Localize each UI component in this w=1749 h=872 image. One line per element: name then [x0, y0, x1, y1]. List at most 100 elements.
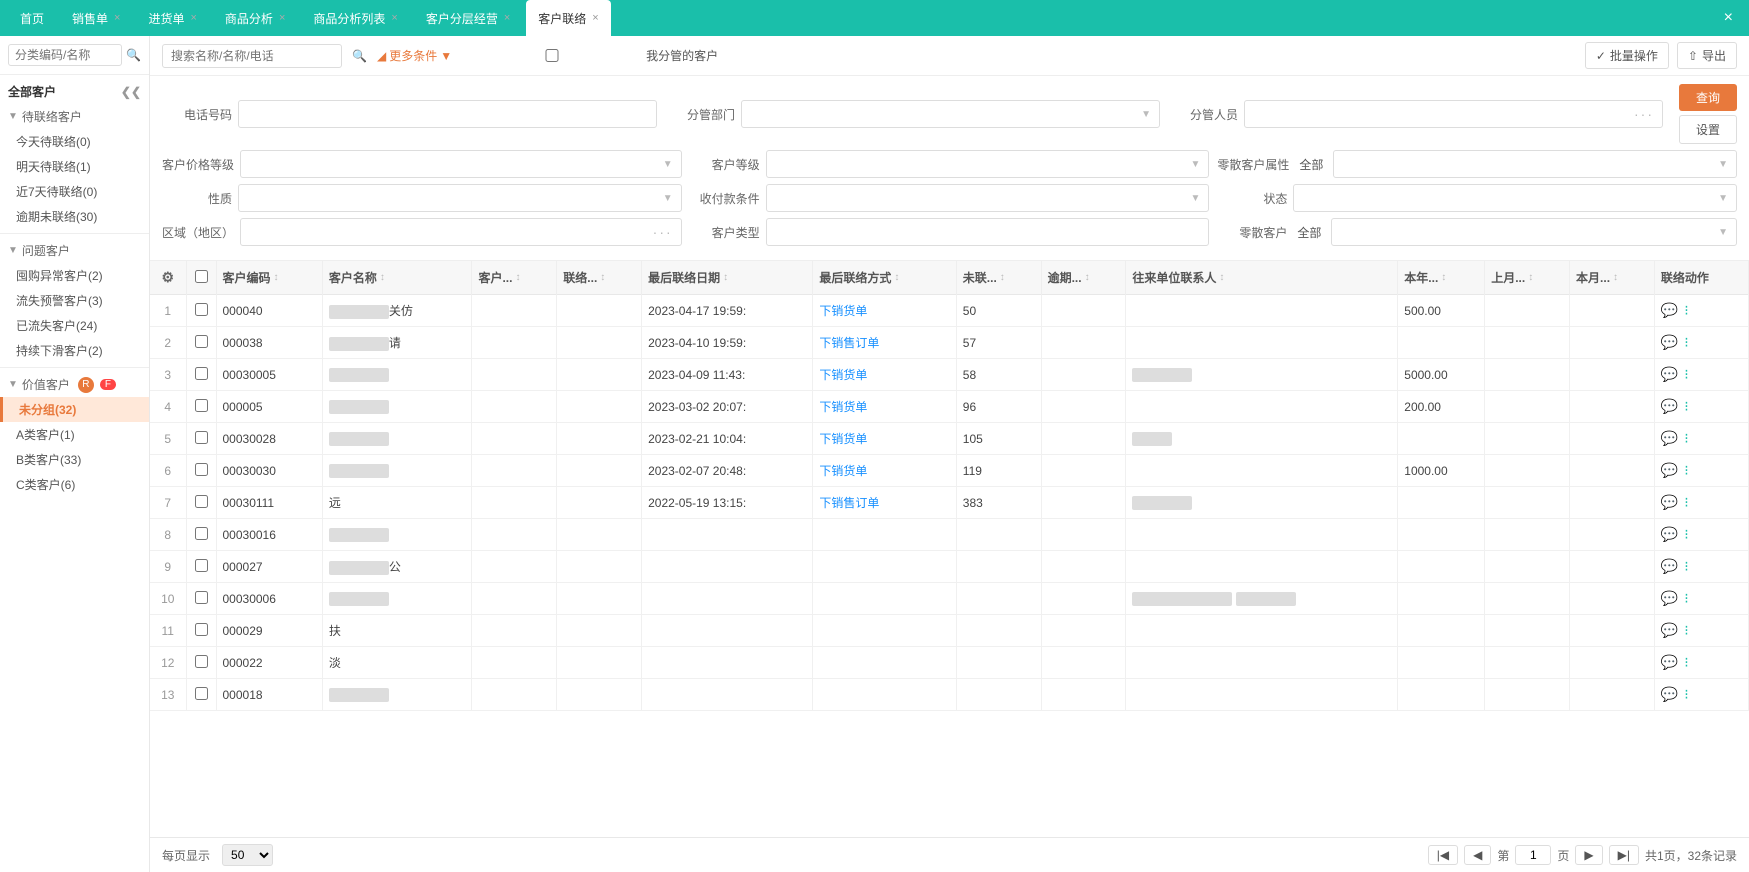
row-checkbox-cell[interactable]: [186, 647, 216, 679]
col-last-month[interactable]: 上月... ↕: [1485, 261, 1570, 295]
sidebar-item-class-b[interactable]: B类客户(33): [0, 447, 149, 472]
table-settings-icon[interactable]: ⚙: [161, 269, 174, 285]
price-level-select[interactable]: ▼: [240, 150, 682, 178]
message-icon[interactable]: 💬: [1661, 654, 1678, 671]
row-checkbox-cell[interactable]: [186, 391, 216, 423]
sidebar-collapse-icon[interactable]: ❮❮: [121, 85, 141, 99]
row-checkbox[interactable]: [195, 687, 208, 700]
contact-method-link[interactable]: 下销货单: [819, 464, 867, 478]
contact-method-link[interactable]: 下销售订单: [819, 496, 879, 510]
manager-select[interactable]: ···: [1244, 100, 1663, 128]
grid-icon[interactable]: ⁝: [1684, 334, 1688, 351]
sidebar-item-ungrouped[interactable]: 未分组(32): [0, 397, 149, 422]
grid-icon[interactable]: ⁝: [1684, 558, 1688, 575]
close-customer-contact-tab[interactable]: ×: [592, 12, 598, 24]
prev-page-button[interactable]: ◀: [1464, 845, 1491, 865]
row-checkbox-cell[interactable]: [186, 455, 216, 487]
close-product-analysis-list-tab[interactable]: ×: [391, 12, 397, 24]
retail-select[interactable]: ▼: [1331, 218, 1737, 246]
contact-method-link[interactable]: 下销货单: [819, 432, 867, 446]
grid-icon[interactable]: ⁝: [1684, 302, 1688, 319]
nav-customer-tier[interactable]: 客户分层经营 ×: [414, 0, 522, 36]
first-page-button[interactable]: |◀: [1428, 845, 1458, 865]
sidebar-search-icon[interactable]: 🔍: [126, 48, 141, 62]
sidebar-group-problem[interactable]: ▼ 问题客户: [0, 238, 149, 263]
customer-level-select[interactable]: ▼: [766, 150, 1210, 178]
sidebar-item-7days-pending[interactable]: 近7天待联络(0): [0, 179, 149, 204]
export-button[interactable]: ⇧ 导出: [1677, 42, 1737, 69]
row-checkbox-cell[interactable]: [186, 423, 216, 455]
grid-icon[interactable]: ⁝: [1684, 398, 1688, 415]
sidebar-item-class-a[interactable]: A类客户(1): [0, 422, 149, 447]
row-checkbox[interactable]: [195, 591, 208, 604]
close-purchase-tab[interactable]: ×: [190, 12, 196, 24]
row-checkbox-cell[interactable]: [186, 295, 216, 327]
row-checkbox[interactable]: [195, 399, 208, 412]
grid-icon[interactable]: ⁝: [1684, 494, 1688, 511]
region-select[interactable]: ···: [240, 218, 682, 246]
nav-product-analysis-list[interactable]: 商品分析列表 ×: [301, 0, 409, 36]
row-checkbox[interactable]: [195, 431, 208, 444]
retail-attr-select[interactable]: ▼: [1333, 150, 1737, 178]
grid-icon[interactable]: ⁝: [1684, 590, 1688, 607]
select-all-checkbox[interactable]: [195, 270, 208, 283]
more-conditions-button[interactable]: ◢ 更多条件 ▼: [377, 47, 452, 64]
contact-method-link[interactable]: 下销货单: [819, 400, 867, 414]
contact-method-link[interactable]: 下销货单: [819, 368, 867, 382]
row-checkbox-cell[interactable]: [186, 551, 216, 583]
status-select[interactable]: ▼: [1293, 184, 1737, 212]
grid-icon[interactable]: ⁝: [1684, 526, 1688, 543]
row-checkbox[interactable]: [195, 367, 208, 380]
col-checkbox[interactable]: [186, 261, 216, 295]
contact-method-link[interactable]: 下销货单: [819, 304, 867, 318]
row-checkbox[interactable]: [195, 655, 208, 668]
nav-purchase[interactable]: 进货单 ×: [136, 0, 208, 36]
contact-method-link[interactable]: 下销售订单: [819, 336, 879, 350]
sidebar-search-input[interactable]: [8, 44, 122, 66]
close-sales-tab[interactable]: ×: [114, 12, 120, 24]
row-checkbox[interactable]: [195, 527, 208, 540]
sidebar-all-customers-header[interactable]: 全部客户 ❮❮: [0, 75, 149, 104]
close-product-analysis-tab[interactable]: ×: [279, 12, 285, 24]
col-this-year[interactable]: 本年... ↕: [1398, 261, 1485, 295]
row-checkbox-cell[interactable]: [186, 519, 216, 551]
col-this-month[interactable]: 本月... ↕: [1570, 261, 1655, 295]
my-customers-filter[interactable]: 我分管的客户: [462, 47, 718, 64]
message-icon[interactable]: 💬: [1661, 686, 1678, 703]
nav-home[interactable]: 首页: [8, 0, 56, 36]
message-icon[interactable]: 💬: [1661, 430, 1678, 447]
sidebar-item-declining[interactable]: 持续下滑客户(2): [0, 338, 149, 363]
search-input[interactable]: [162, 44, 342, 68]
sidebar-item-churn-warning[interactable]: 流失预警客户(3): [0, 288, 149, 313]
message-icon[interactable]: 💬: [1661, 622, 1678, 639]
col-contact-person[interactable]: 往来单位联系人 ↕: [1126, 261, 1398, 295]
page-number-input[interactable]: [1515, 845, 1551, 865]
row-checkbox-cell[interactable]: [186, 487, 216, 519]
col-code[interactable]: 客户编码 ↕: [216, 261, 322, 295]
payment-select[interactable]: ▼: [766, 184, 1210, 212]
col-not-contact[interactable]: 未联... ↕: [956, 261, 1041, 295]
nature-select[interactable]: ▼: [238, 184, 682, 212]
nav-sales[interactable]: 销售单 ×: [60, 0, 132, 36]
message-icon[interactable]: 💬: [1661, 526, 1678, 543]
col-last-contact-method[interactable]: 最后联络方式 ↕: [813, 261, 956, 295]
sidebar-item-abnormal[interactable]: 囤购异常客户(2): [0, 263, 149, 288]
row-checkbox-cell[interactable]: [186, 327, 216, 359]
global-close-button[interactable]: ×: [1716, 9, 1741, 27]
message-icon[interactable]: 💬: [1661, 366, 1678, 383]
row-checkbox[interactable]: [195, 303, 208, 316]
sidebar-item-class-c[interactable]: C类客户(6): [0, 472, 149, 497]
close-customer-tier-tab[interactable]: ×: [504, 12, 510, 24]
sidebar-group-value[interactable]: ▼ 价值客户 R F: [0, 372, 149, 397]
grid-icon[interactable]: ⁝: [1684, 366, 1688, 383]
grid-icon[interactable]: ⁝: [1684, 430, 1688, 447]
message-icon[interactable]: 💬: [1661, 494, 1678, 511]
col-settings[interactable]: ⚙: [150, 261, 186, 295]
col-contact[interactable]: 联络... ↕: [557, 261, 642, 295]
message-icon[interactable]: 💬: [1661, 398, 1678, 415]
sidebar-item-tomorrow-pending[interactable]: 明天待联络(1): [0, 154, 149, 179]
last-page-button[interactable]: ▶|: [1609, 845, 1639, 865]
grid-icon[interactable]: ⁝: [1684, 622, 1688, 639]
row-checkbox[interactable]: [195, 623, 208, 636]
row-checkbox[interactable]: [195, 463, 208, 476]
